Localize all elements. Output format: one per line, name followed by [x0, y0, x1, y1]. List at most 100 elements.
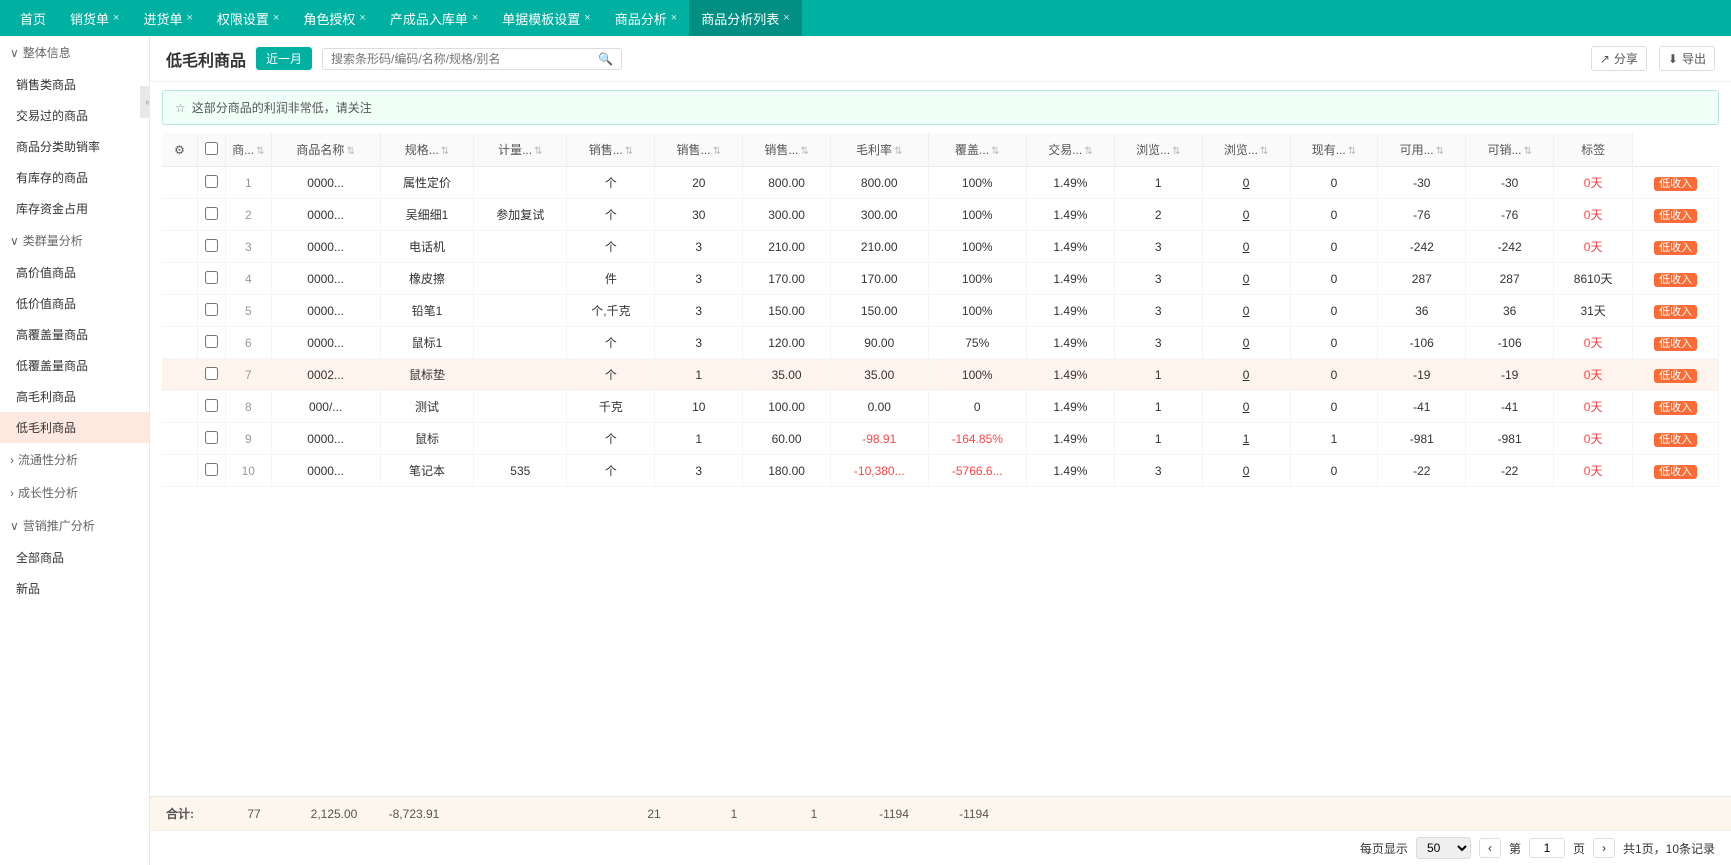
cell-checkbox[interactable] [198, 263, 226, 295]
row-checkbox[interactable] [205, 431, 218, 444]
col-settings[interactable]: ⚙ [162, 133, 198, 167]
search-input[interactable] [331, 52, 594, 66]
nav-home[interactable]: 首页 [8, 0, 58, 36]
nav-sales[interactable]: 销货单 × [58, 0, 131, 36]
select-all-checkbox[interactable] [205, 142, 218, 155]
cell-views1[interactable]: 0 [1202, 359, 1290, 391]
row-checkbox[interactable] [205, 207, 218, 220]
sidebar-item-high-coverage[interactable]: 高覆盖量商品 [0, 319, 149, 350]
cell-name: 属性定价 [380, 167, 473, 199]
row-checkbox[interactable] [205, 239, 218, 252]
cell-sale-price: 100.00 [743, 391, 831, 423]
views1-link[interactable]: 0 [1243, 368, 1250, 382]
cell-settings [162, 423, 198, 455]
cell-coverage: 1.49% [1027, 455, 1115, 487]
footer-spacer1 [454, 807, 534, 821]
views1-link[interactable]: 0 [1243, 304, 1250, 318]
cell-views1[interactable]: 0 [1202, 295, 1290, 327]
row-checkbox[interactable] [205, 335, 218, 348]
sidebar-item-low-margin[interactable]: 低毛利商品 [0, 412, 149, 443]
settings-icon[interactable]: ⚙ [174, 143, 185, 157]
cell-checkbox[interactable] [198, 359, 226, 391]
cell-views1[interactable]: 0 [1202, 391, 1290, 423]
cell-name: 铅笔1 [380, 295, 473, 327]
sidebar-item-high-margin[interactable]: 高毛利商品 [0, 381, 149, 412]
nav-goods-analysis-list[interactable]: 商品分析列表 × [689, 0, 801, 36]
nav-perm[interactable]: 权限设置 × [205, 0, 291, 36]
cell-checkbox[interactable] [198, 231, 226, 263]
cell-views1[interactable]: 0 [1202, 199, 1290, 231]
sidebar-item-stock-funds[interactable]: 库存资金占用 [0, 193, 149, 224]
row-checkbox[interactable] [205, 175, 218, 188]
nav-role-close[interactable]: × [359, 12, 365, 24]
sidebar-item-high-value[interactable]: 高价值商品 [0, 257, 149, 288]
export-btn[interactable]: ⬇ 导出 [1659, 46, 1715, 71]
views1-link[interactable]: 0 [1243, 272, 1250, 286]
sidebar-item-low-coverage[interactable]: 低覆盖量商品 [0, 350, 149, 381]
cell-checkbox[interactable] [198, 295, 226, 327]
cell-checkbox[interactable] [198, 391, 226, 423]
row-checkbox[interactable] [205, 399, 218, 412]
cell-checkbox[interactable] [198, 455, 226, 487]
cell-checkbox[interactable] [198, 199, 226, 231]
sidebar-section-liquidity[interactable]: › 流通性分析 [0, 443, 149, 476]
cell-checkbox[interactable] [198, 327, 226, 359]
sidebar-section-cluster[interactable]: ∨ 类群量分析 [0, 224, 149, 257]
nav-perm-close[interactable]: × [273, 12, 279, 24]
nav-role[interactable]: 角色授权 × [291, 0, 377, 36]
nav-goods-analysis-list-close[interactable]: × [783, 12, 789, 24]
views1-link[interactable]: 0 [1243, 400, 1250, 414]
sidebar-section-growth[interactable]: › 成长性分析 [0, 476, 149, 509]
nav-product-entry[interactable]: 产成品入库单 × [378, 0, 490, 36]
cell-views1[interactable]: 0 [1202, 327, 1290, 359]
next-page-btn[interactable]: › [1593, 838, 1615, 858]
sidebar-item-new-goods[interactable]: 新品 [0, 573, 149, 604]
nav-goods-analysis-close[interactable]: × [671, 12, 677, 24]
table-wrapper[interactable]: ⚙ 商...⇅ 商品名称⇅ 规格...⇅ 计量...⇅ 销售...⇅ 销售...… [150, 133, 1731, 796]
cell-checkbox[interactable] [198, 423, 226, 455]
col-code: 商...⇅ [226, 133, 271, 167]
cell-checkbox[interactable] [198, 167, 226, 199]
sidebar-item-all-goods[interactable]: 全部商品 [0, 542, 149, 573]
row-checkbox[interactable] [205, 303, 218, 316]
cell-sale-qty: 1 [655, 359, 743, 391]
col-checkbox[interactable] [198, 133, 226, 167]
nav-template[interactable]: 单据模板设置 × [490, 0, 602, 36]
cell-sale-price: 300.00 [743, 199, 831, 231]
views1-link[interactable]: 0 [1243, 240, 1250, 254]
nav-purchase-close[interactable]: × [186, 12, 192, 24]
sidebar-item-category-rate[interactable]: 商品分类助销率 [0, 131, 149, 162]
nav-sales-close[interactable]: × [113, 12, 119, 24]
sidebar-item-low-value[interactable]: 低价值商品 [0, 288, 149, 319]
row-checkbox[interactable] [205, 271, 218, 284]
views1-link[interactable]: 0 [1243, 464, 1250, 478]
sidebar-item-traded-goods[interactable]: 交易过的商品 [0, 100, 149, 131]
cell-views1[interactable]: 0 [1202, 455, 1290, 487]
date-filter-btn[interactable]: 近一月 [256, 47, 312, 70]
nav-purchase[interactable]: 进货单 × [131, 0, 204, 36]
search-icon[interactable]: 🔍 [598, 52, 613, 66]
sidebar-section-marketing[interactable]: ∨ 营销推广分析 [0, 509, 149, 542]
views1-link[interactable]: 1 [1243, 432, 1250, 446]
nav-goods-analysis[interactable]: 商品分析 × [603, 0, 689, 36]
nav-template-close[interactable]: × [584, 12, 590, 24]
nav-product-entry-close[interactable]: × [472, 12, 478, 24]
cell-views1[interactable]: 1 [1202, 423, 1290, 455]
sidebar-section-overall[interactable]: ∨ 整体信息 [0, 36, 149, 69]
cell-views1[interactable]: 0 [1202, 231, 1290, 263]
sidebar-item-in-stock[interactable]: 有库存的商品 [0, 162, 149, 193]
cell-views1[interactable]: 0 [1202, 263, 1290, 295]
sidebar-item-sales-goods[interactable]: 销售类商品 [0, 69, 149, 100]
row-checkbox[interactable] [205, 367, 218, 380]
views1-link[interactable]: 0 [1243, 176, 1250, 190]
views1-link[interactable]: 0 [1243, 336, 1250, 350]
row-checkbox[interactable] [205, 463, 218, 476]
per-page-select[interactable]: 50 100 200 [1416, 837, 1471, 859]
share-btn[interactable]: ↗ 分享 [1591, 46, 1647, 71]
views1-link[interactable]: 0 [1243, 208, 1250, 222]
table-row: 6 0000... 鼠标1 个 3 120.00 90.00 75% 1.49%… [162, 327, 1719, 359]
cell-views1[interactable]: 0 [1202, 167, 1290, 199]
sidebar-collapse-btn[interactable]: « [140, 86, 150, 118]
page-number-input[interactable] [1529, 838, 1565, 858]
prev-page-btn[interactable]: ‹ [1479, 838, 1501, 858]
